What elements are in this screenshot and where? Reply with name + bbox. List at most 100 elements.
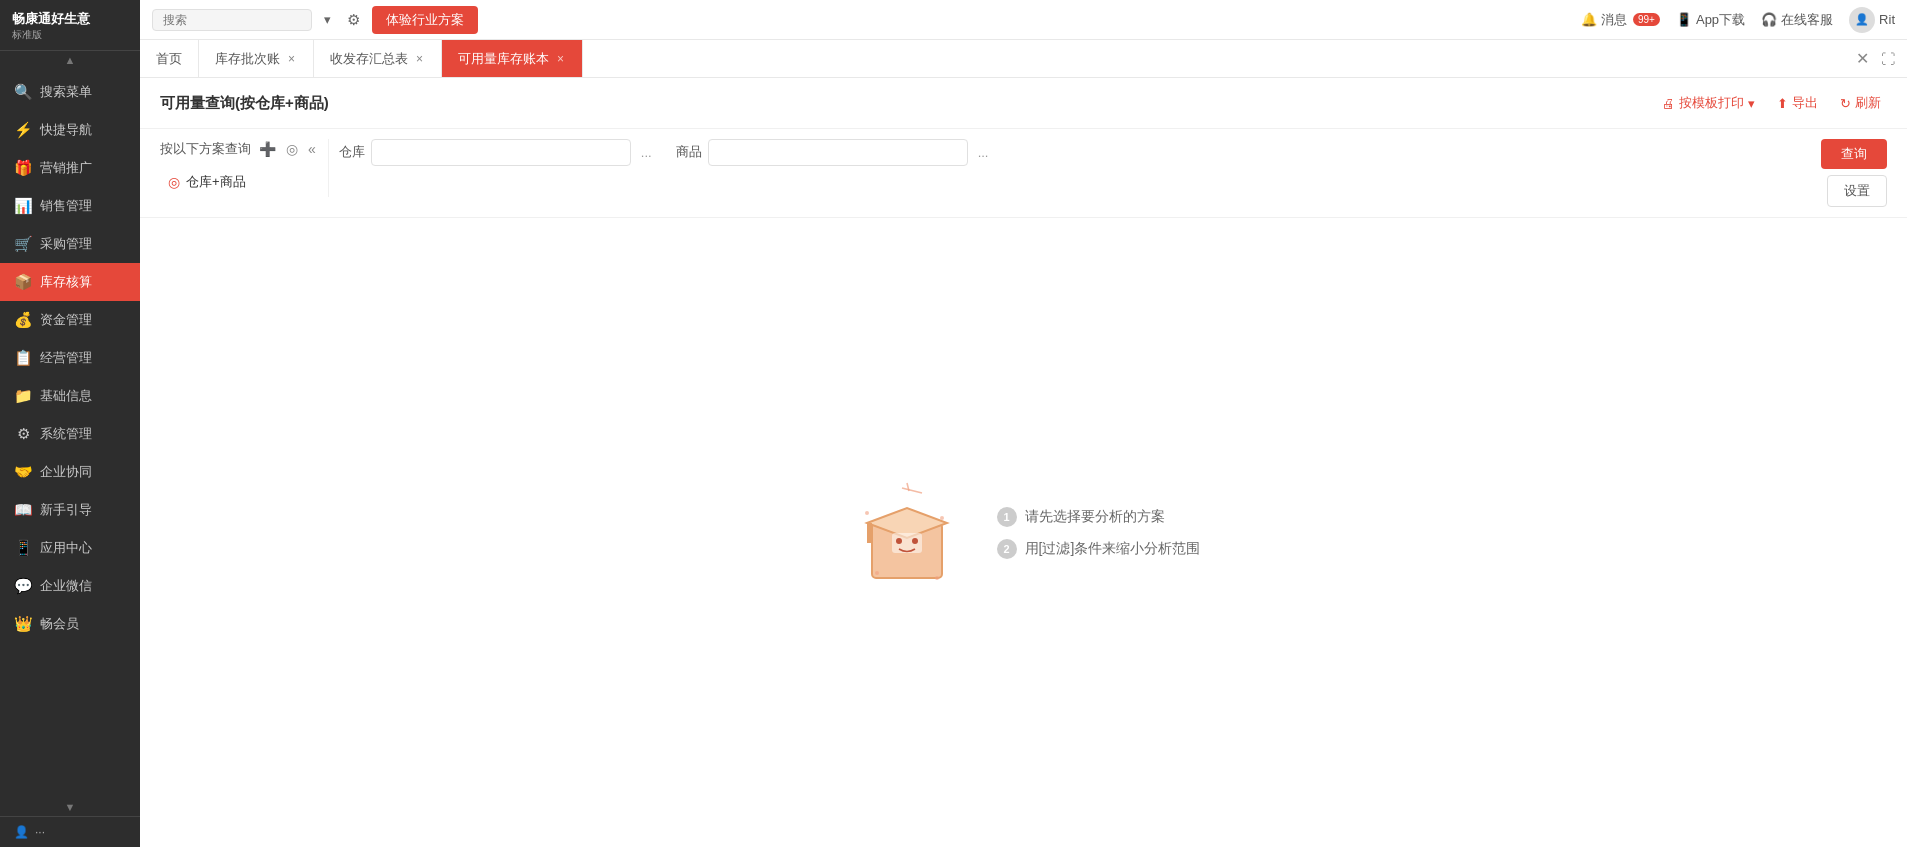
tab-summary-label: 收发存汇总表 [330,50,408,68]
svg-point-3 [912,538,918,544]
sidebar-item-purchase[interactable]: 🛒 采购管理 [0,225,140,263]
sidebar-label-quicknav: 快捷导航 [40,121,92,139]
step2-num: 2 [1004,543,1010,555]
tab-batch-account-close[interactable]: × [286,52,297,66]
sidebar-label-enterprise: 企业协同 [40,463,92,481]
svg-point-4 [865,511,869,515]
tab-available-close[interactable]: × [555,52,566,66]
svg-point-5 [940,516,944,520]
svg-point-7 [935,576,939,580]
sidebar-item-inventory[interactable]: 📦 库存核算 [0,263,140,301]
tab-available[interactable]: 可用量库存账本 × [442,40,583,77]
app-download-btn[interactable]: 📱 App下载 [1676,11,1745,29]
refresh-btn[interactable]: ↻ 刷新 [1834,90,1887,116]
notification-label: 消息 [1601,11,1627,29]
notification-btn[interactable]: 🔔 消息 99+ [1581,11,1660,29]
quicknav-icon: ⚡ [14,121,32,139]
step2-text: 用[过滤]条件来缩小分析范围 [1025,540,1201,558]
warehouse-input[interactable] [371,139,631,166]
sidebar-scroll-up[interactable]: ▲ [0,51,140,69]
export-icon: ⬆ [1777,96,1788,111]
search-menu-icon: 🔍 [14,83,32,101]
empty-step1: 1 请先选择要分析的方案 [997,507,1201,527]
print-icon: 🖨 [1662,96,1675,111]
add-scheme-btn[interactable]: ➕ [257,139,278,159]
sidebar-item-quicknav[interactable]: ⚡ 快捷导航 [0,111,140,149]
operations-icon: 📋 [14,349,32,367]
sidebar-item-guide[interactable]: 📖 新手引导 [0,491,140,529]
export-btn[interactable]: ⬆ 导出 [1771,90,1824,116]
step1-text: 请先选择要分析的方案 [1025,508,1165,526]
sidebar-footer[interactable]: 👤 ··· [0,816,140,847]
tab-summary-close[interactable]: × [414,52,425,66]
tabbar-close-btn[interactable]: ✕ [1852,45,1873,72]
filter-settings-btn[interactable]: 设置 [1827,175,1887,207]
sidebar-label-wechat: 企业微信 [40,577,92,595]
goods-more-btn[interactable]: ... [974,143,993,162]
tab-home[interactable]: 首页 [140,40,199,77]
topbar-search-input[interactable] [152,9,312,31]
refresh-icon: ↻ [1840,96,1851,111]
tabbar-expand-btn[interactable]: ⛶ [1877,47,1899,71]
tab-batch-account[interactable]: 库存批次账 × [199,40,314,77]
filter-field-warehouse: 仓库 ... [339,139,656,166]
app-download-label: App下载 [1696,11,1745,29]
sidebar-label-guide: 新手引导 [40,501,92,519]
sidebar-label-base-info: 基础信息 [40,387,92,405]
scheme-collapse-icon[interactable]: « [306,139,318,159]
sidebar-label-sales: 销售管理 [40,197,92,215]
svg-point-2 [896,538,902,544]
sidebar-item-enterprise[interactable]: 🤝 企业协同 [0,453,140,491]
sidebar-item-wechat[interactable]: 💬 企业微信 [0,567,140,605]
user-avatar-icon: 👤 [14,825,29,839]
tab-home-label: 首页 [156,50,182,68]
topbar-gear-icon[interactable]: ⚙ [343,9,364,31]
marketing-icon: 🎁 [14,159,32,177]
scheme-settings-icon[interactable]: ◎ [284,139,300,159]
sidebar-label-membership: 畅会员 [40,615,79,633]
filter-fields: 仓库 ... 商品 ... [339,139,1809,166]
goods-label: 商品 [676,143,702,161]
online-service-btn[interactable]: 🎧 在线客服 [1761,11,1833,29]
sidebar-item-search[interactable]: 🔍 搜索菜单 [0,73,140,111]
sidebar-item-marketing[interactable]: 🎁 营销推广 [0,149,140,187]
filter-field-goods-row: 商品 ... [676,139,993,166]
sidebar-item-system[interactable]: ⚙ 系统管理 [0,415,140,453]
warehouse-more-btn[interactable]: ... [637,143,656,162]
sidebar-header: 畅康通好生意 标准版 [0,0,140,51]
online-service-label: 在线客服 [1781,11,1833,29]
sidebar-footer-label: ··· [35,825,45,839]
topbar-dropdown-btn[interactable]: ▾ [320,10,335,29]
sidebar-menu: 🔍 搜索菜单 ⚡ 快捷导航 🎁 营销推广 📊 销售管理 🛒 采购管理 📦 库存核… [0,69,140,798]
sidebar-item-operations[interactable]: 📋 经营管理 [0,339,140,377]
topbar: ▾ ⚙ 体验行业方案 🔔 消息 99+ 📱 App下载 🎧 在线客服 👤 [140,0,1907,40]
sidebar-item-finance[interactable]: 💰 资金管理 [0,301,140,339]
scheme-item-warehouse-goods[interactable]: ◎ 仓库+商品 [160,167,318,197]
scheme-item-label: 仓库+商品 [186,173,246,191]
tab-summary[interactable]: 收发存汇总表 × [314,40,442,77]
inventory-icon: 📦 [14,273,32,291]
topbar-right: 🔔 消息 99+ 📱 App下载 🎧 在线客服 👤 Rit [1581,7,1895,33]
query-btn[interactable]: 查询 [1821,139,1887,169]
sidebar-label-marketing: 营销推广 [40,159,92,177]
sidebar-item-membership[interactable]: 👑 畅会员 [0,605,140,643]
sidebar-item-base-info[interactable]: 📁 基础信息 [0,377,140,415]
user-profile-btn[interactable]: 👤 Rit [1849,7,1895,33]
finance-icon: 💰 [14,311,32,329]
print-btn[interactable]: 🖨 按模板打印 ▾ [1656,90,1761,116]
sidebar-item-sales[interactable]: 📊 销售管理 [0,187,140,225]
avatar-icon: 👤 [1855,13,1869,26]
sidebar-item-appstore[interactable]: 📱 应用中心 [0,529,140,567]
page-actions: 🖨 按模板打印 ▾ ⬆ 导出 ↻ 刷新 [1656,90,1887,116]
sidebar-label-inventory: 库存核算 [40,273,92,291]
sidebar-label-operations: 经营管理 [40,349,92,367]
empty-state: 1 请先选择要分析的方案 2 用[过滤]条件来缩小分析范围 [140,218,1907,847]
goods-input[interactable] [708,139,968,166]
topbar-trial-btn[interactable]: 体验行业方案 [372,6,478,34]
sidebar-scroll-down[interactable]: ▼ [0,798,140,816]
tabbar: 首页 库存批次账 × 收发存汇总表 × 可用量库存账本 × ✕ ⛶ [140,40,1907,78]
filter-scheme-header: 按以下方案查询 ➕ ◎ « [160,139,318,159]
guide-icon: 📖 [14,501,32,519]
filter-scheme-title: 按以下方案查询 [160,140,251,158]
filter-field-warehouse-row: 仓库 ... [339,139,656,166]
